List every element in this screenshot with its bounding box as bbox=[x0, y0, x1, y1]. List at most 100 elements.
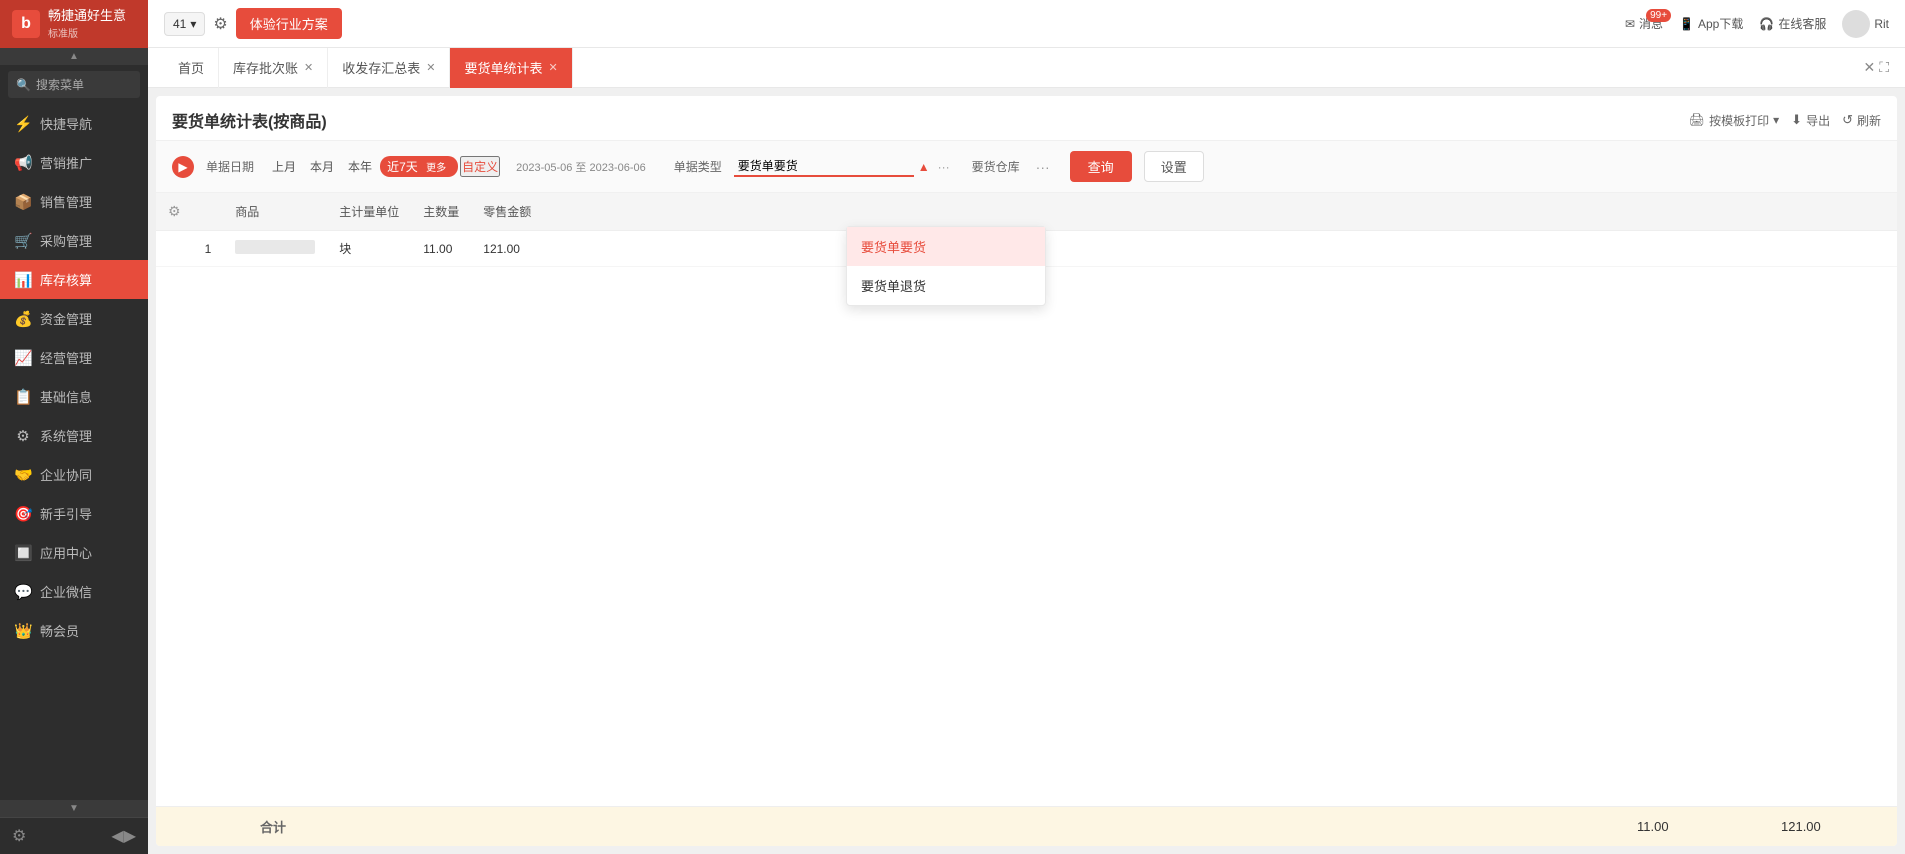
table-settings-icon[interactable]: ⚙ bbox=[168, 203, 181, 219]
online-service-label: 在线客服 bbox=[1778, 15, 1826, 32]
sidebar-item-sales[interactable]: 📦 销售管理 bbox=[0, 182, 148, 221]
refresh-icon: ↺ bbox=[1842, 112, 1853, 128]
online-service-item[interactable]: 🎧 在线客服 bbox=[1759, 15, 1826, 32]
date-btn-custom[interactable]: 自定义 bbox=[460, 156, 500, 177]
sidebar-item-inventory[interactable]: 📊 库存核算 bbox=[0, 260, 148, 299]
nav-label: 企业微信 bbox=[40, 582, 92, 601]
gear-button[interactable]: ⚙ bbox=[213, 14, 227, 34]
dropdown-item-demand-return[interactable]: 要货单退货 bbox=[847, 266, 1045, 305]
sidebar-item-vip[interactable]: 👑 畅会员 bbox=[0, 611, 148, 650]
tab-home[interactable]: 首页 bbox=[164, 48, 219, 88]
type-dropdown: 要货单要货 要货单退货 bbox=[846, 226, 1046, 306]
dropdown-arrow-icon: ▾ bbox=[190, 17, 196, 31]
tab-receivables[interactable]: 收发存汇总表 ✕ bbox=[328, 48, 450, 88]
td-amount: 121.00 bbox=[471, 231, 543, 267]
sidebar-nav: ⚡ 快捷导航 📢 营销推广 📦 销售管理 🛒 采购管理 📊 库存核算 💰 资金管… bbox=[0, 104, 148, 800]
footer-quantity: 11.00 bbox=[1637, 819, 1757, 834]
user-avatar-item[interactable]: Rit bbox=[1842, 10, 1889, 38]
sidebar-scroll-down[interactable]: ▼ bbox=[0, 800, 148, 817]
nav-label: 营销推广 bbox=[40, 153, 92, 172]
app-subtitle: 标准版 bbox=[48, 25, 126, 40]
sidebar-item-guide[interactable]: 🎯 新手引导 bbox=[0, 494, 148, 533]
dropdown-item-label: 要货单退货 bbox=[861, 279, 926, 294]
tab-demand-stat-close[interactable]: ✕ bbox=[549, 61, 558, 74]
inventory-icon: 📊 bbox=[14, 271, 32, 289]
app-download-item[interactable]: 📱 App下载 bbox=[1679, 15, 1743, 32]
wechat-icon: 💬 bbox=[14, 583, 32, 601]
sidebar-item-finance[interactable]: 💰 资金管理 bbox=[0, 299, 148, 338]
nav-label: 新手引导 bbox=[40, 504, 92, 523]
filter-expand-btn[interactable]: ▶ bbox=[172, 156, 194, 178]
product-placeholder bbox=[235, 240, 315, 254]
topbar: 41 ▾ ⚙ 体验行业方案 ✉ 消息 99+ 📱 App下载 🎧 在线客服 R bbox=[148, 0, 1905, 48]
th-amount: 零售金额 bbox=[471, 193, 543, 231]
filter-bar: ▶ 单据日期 上月 本月 本年 近7天 更多 自定义 2023-05-06 至 … bbox=[156, 141, 1897, 193]
trial-button[interactable]: 体验行业方案 bbox=[236, 8, 342, 39]
sidebar-search-label: 搜索菜单 bbox=[36, 76, 84, 93]
sidebar-header: b 畅捷通好生意 标准版 bbox=[0, 0, 148, 48]
date-btn-up[interactable]: 上月 bbox=[266, 155, 302, 178]
type-filter-input[interactable] bbox=[734, 157, 914, 177]
type-filter-more-icon[interactable]: ··· bbox=[938, 160, 950, 174]
sidebar-item-purchase[interactable]: 🛒 采购管理 bbox=[0, 221, 148, 260]
tab-receivables-close[interactable]: ✕ bbox=[426, 61, 435, 74]
type-filter-chevron-icon[interactable]: ▲ bbox=[918, 160, 930, 174]
export-icon: ⬇ bbox=[1791, 112, 1802, 128]
dropdown-item-demand-goods[interactable]: 要货单要货 bbox=[847, 227, 1045, 266]
tab-batch-close[interactable]: ✕ bbox=[304, 61, 313, 74]
operations-icon: 📈 bbox=[14, 349, 32, 367]
sidebar-item-system[interactable]: ⚙ 系统管理 bbox=[0, 416, 148, 455]
sidebar-item-marketing[interactable]: 📢 营销推广 bbox=[0, 143, 148, 182]
message-icon: ✉ bbox=[1625, 17, 1635, 31]
tab-close-all-btn[interactable]: ✕ bbox=[1863, 59, 1875, 76]
finance-icon: 💰 bbox=[14, 310, 32, 328]
td-no: 1 bbox=[193, 231, 224, 267]
dropdown-item-label: 要货单要货 bbox=[861, 240, 926, 255]
refresh-label: 刷新 bbox=[1857, 112, 1881, 129]
export-button[interactable]: ⬇ 导出 bbox=[1791, 112, 1830, 129]
enterprise-icon: 🤝 bbox=[14, 466, 32, 484]
tab-demand-stat[interactable]: 要货单统计表 ✕ bbox=[450, 48, 572, 88]
nav-label: 基础信息 bbox=[40, 387, 92, 406]
settings-bottom-icon[interactable]: ⚙ bbox=[12, 826, 26, 846]
settings-button[interactable]: 设置 bbox=[1144, 151, 1204, 182]
tab-home-label: 首页 bbox=[178, 58, 204, 77]
print-button[interactable]: 🖨 按模板打印 ▾ bbox=[1689, 112, 1780, 129]
sidebar-item-basic[interactable]: 📋 基础信息 bbox=[0, 377, 148, 416]
export-label: 导出 bbox=[1806, 112, 1830, 129]
messages-item[interactable]: ✉ 消息 99+ bbox=[1625, 15, 1663, 32]
td-product bbox=[223, 231, 327, 267]
nav-label: 销售管理 bbox=[40, 192, 92, 211]
sidebar-scroll-up[interactable]: ▲ bbox=[0, 48, 148, 65]
date-btn-current[interactable]: 本月 bbox=[304, 155, 340, 178]
date-filter-label: 单据日期 bbox=[206, 158, 254, 175]
nav-label: 采购管理 bbox=[40, 231, 92, 250]
sidebar-search[interactable]: 🔍 搜索菜单 bbox=[8, 71, 140, 98]
footer-label: 合计 bbox=[260, 817, 286, 836]
tab-fullscreen-btn[interactable]: ⛶ bbox=[1879, 59, 1889, 76]
messages-badge: 99+ bbox=[1646, 9, 1671, 22]
avatar bbox=[1842, 10, 1870, 38]
tab-receivables-label: 收发存汇总表 bbox=[342, 58, 420, 77]
date-btn-year[interactable]: 本年 bbox=[342, 155, 378, 178]
warehouse-more-icon[interactable]: ··· bbox=[1036, 159, 1050, 175]
vip-icon: 👑 bbox=[14, 622, 32, 640]
query-button[interactable]: 查询 bbox=[1070, 151, 1132, 182]
basic-icon: 📋 bbox=[14, 388, 32, 406]
table-footer: 合计 11.00 121.00 bbox=[156, 806, 1897, 846]
sidebar-item-quick-nav[interactable]: ⚡ 快捷导航 bbox=[0, 104, 148, 143]
collapse-icon[interactable]: ◀▶ bbox=[111, 826, 136, 846]
sidebar-item-apps[interactable]: 🔲 应用中心 bbox=[0, 533, 148, 572]
nav-label: 快捷导航 bbox=[40, 114, 92, 133]
page-actions: 🖨 按模板打印 ▾ ⬇ 导出 ↺ 刷新 bbox=[1689, 112, 1881, 129]
sidebar-item-wechat[interactable]: 💬 企业微信 bbox=[0, 572, 148, 611]
shop-selector[interactable]: 41 ▾ bbox=[164, 12, 205, 36]
date-buttons: 上月 本月 本年 近7天 更多 自定义 bbox=[266, 155, 500, 178]
refresh-button[interactable]: ↺ 刷新 bbox=[1842, 112, 1881, 129]
date-btn-week7[interactable]: 近7天 更多 bbox=[380, 156, 458, 177]
sidebar-item-operations[interactable]: 📈 经营管理 bbox=[0, 338, 148, 377]
sidebar-item-enterprise[interactable]: 🤝 企业协同 bbox=[0, 455, 148, 494]
tab-batch[interactable]: 库存批次账 ✕ bbox=[219, 48, 328, 88]
user-name: Rit bbox=[1874, 17, 1889, 31]
tab-demand-stat-label: 要货单统计表 bbox=[464, 58, 542, 77]
